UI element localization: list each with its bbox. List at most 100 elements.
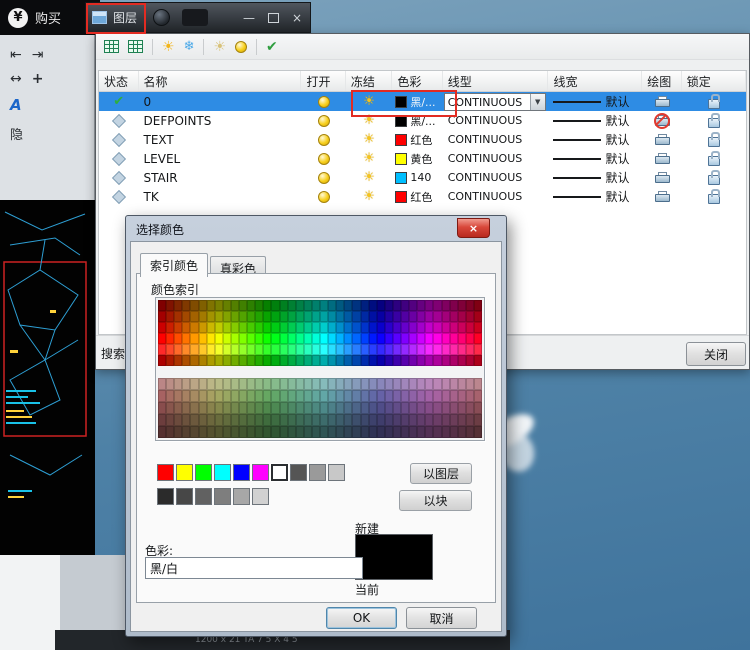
aci-color-cell[interactable] xyxy=(303,300,312,311)
aci-color-cell[interactable] xyxy=(263,333,272,344)
aci-color-cell[interactable] xyxy=(425,414,434,426)
aci-color-cell[interactable] xyxy=(384,344,393,355)
aci-color-cell[interactable] xyxy=(166,311,175,322)
aci-color-cell[interactable] xyxy=(409,402,418,414)
aci-color-cell[interactable] xyxy=(473,344,482,355)
aci-color-cell[interactable] xyxy=(336,300,345,311)
aci-color-cell[interactable] xyxy=(344,344,353,355)
layer-linetype-cell[interactable]: CONTINUOUS xyxy=(443,111,549,130)
aci-color-cell[interactable] xyxy=(287,300,296,311)
layer-status-cell[interactable]: ✔ xyxy=(99,92,139,111)
aci-color-cell[interactable] xyxy=(441,344,450,355)
aci-color-cell[interactable] xyxy=(182,390,191,402)
aci-color-cell[interactable] xyxy=(158,426,167,438)
aci-color-cell[interactable] xyxy=(287,322,296,333)
column-header-name[interactable]: 名称 xyxy=(139,71,302,91)
aci-color-cell[interactable] xyxy=(279,322,288,333)
aci-color-cell[interactable] xyxy=(433,414,442,426)
aci-color-cell[interactable] xyxy=(433,311,442,322)
aci-color-cell[interactable] xyxy=(303,378,312,390)
aci-color-cell[interactable] xyxy=(376,333,385,344)
aci-color-cell[interactable] xyxy=(190,333,199,344)
aci-color-cell[interactable] xyxy=(473,390,482,402)
aci-color-cell[interactable] xyxy=(449,311,458,322)
aci-color-cell[interactable] xyxy=(311,333,320,344)
aci-color-cell[interactable] xyxy=(417,333,426,344)
aci-color-cell[interactable] xyxy=(401,322,410,333)
aci-color-cell[interactable] xyxy=(206,378,215,390)
aci-color-cell[interactable] xyxy=(198,333,207,344)
aci-color-cell[interactable] xyxy=(255,390,264,402)
aci-color-cell[interactable] xyxy=(214,378,223,390)
aci-color-cell[interactable] xyxy=(255,322,264,333)
aci-color-cell[interactable] xyxy=(303,402,312,414)
aci-color-cell[interactable] xyxy=(287,311,296,322)
apply-check-icon[interactable]: ✔ xyxy=(266,40,278,54)
aci-color-cell[interactable] xyxy=(158,390,167,402)
aci-color-cell[interactable] xyxy=(449,300,458,311)
aci-color-cell[interactable] xyxy=(279,344,288,355)
aci-color-cell[interactable] xyxy=(230,344,239,355)
aci-color-cell[interactable] xyxy=(263,311,272,322)
aci-color-cell[interactable] xyxy=(190,402,199,414)
aci-color-cell[interactable] xyxy=(457,300,466,311)
aci-color-cell[interactable] xyxy=(311,402,320,414)
aci-color-cell[interactable] xyxy=(198,390,207,402)
layer-color-cell[interactable]: 红色 xyxy=(392,187,442,206)
aci-color-cell[interactable] xyxy=(392,378,401,390)
aci-color-cell[interactable] xyxy=(449,333,458,344)
aci-color-cell[interactable] xyxy=(433,300,442,311)
aci-color-cell[interactable] xyxy=(401,333,410,344)
aci-color-cell[interactable] xyxy=(465,333,474,344)
close-palette-button[interactable]: 关闭 xyxy=(686,342,746,366)
layer-linetype-cell[interactable]: CONTINUOUS xyxy=(443,149,549,168)
aci-color-cell[interactable] xyxy=(473,333,482,344)
aci-color-cell[interactable] xyxy=(433,344,442,355)
aci-color-cell[interactable] xyxy=(271,333,280,344)
aci-color-cell[interactable] xyxy=(344,311,353,322)
aci-color-cell[interactable] xyxy=(206,355,215,366)
aci-color-cell[interactable] xyxy=(360,300,369,311)
aci-color-cell[interactable] xyxy=(473,402,482,414)
aci-color-cell[interactable] xyxy=(457,426,466,438)
layer-row[interactable]: TK ☀ 红色 CONTINUOUS 默认 xyxy=(99,187,746,206)
aci-color-cell[interactable] xyxy=(449,402,458,414)
aci-color-cell[interactable] xyxy=(190,300,199,311)
aci-color-cell[interactable] xyxy=(239,378,248,390)
layer-name-cell[interactable]: TEXT xyxy=(139,130,302,149)
layer-row[interactable]: DEFPOINTS ☀ 黑/... CONTINUOUS 默认 xyxy=(99,111,746,130)
layer-lock-cell[interactable] xyxy=(682,149,746,168)
aci-color-cell[interactable] xyxy=(182,311,191,322)
aci-color-cell[interactable] xyxy=(336,355,345,366)
aci-color-cell[interactable] xyxy=(239,426,248,438)
aci-color-cell[interactable] xyxy=(198,355,207,366)
aci-color-cell[interactable] xyxy=(441,322,450,333)
aci-color-cell[interactable] xyxy=(473,378,482,390)
aci-color-cell[interactable] xyxy=(425,322,434,333)
aci-color-cell[interactable] xyxy=(433,355,442,366)
aci-color-cell[interactable] xyxy=(320,300,329,311)
aci-color-cell[interactable] xyxy=(247,322,256,333)
aci-color-cell[interactable] xyxy=(198,378,207,390)
byblock-button[interactable]: 以块 xyxy=(399,490,472,511)
aci-color-cell[interactable] xyxy=(287,414,296,426)
layer-freeze-cell[interactable]: ☀ xyxy=(346,130,392,149)
aci-color-cell[interactable] xyxy=(263,355,272,366)
aci-color-cell[interactable] xyxy=(368,414,377,426)
aci-color-cell[interactable] xyxy=(182,426,191,438)
column-header-lineweight[interactable]: 线宽 xyxy=(548,71,643,91)
aci-color-cell[interactable] xyxy=(214,426,223,438)
aci-color-cell[interactable] xyxy=(409,344,418,355)
aci-color-cell[interactable] xyxy=(344,426,353,438)
aci-color-cell[interactable] xyxy=(255,300,264,311)
aci-color-cell[interactable] xyxy=(320,322,329,333)
aci-color-cell[interactable] xyxy=(392,322,401,333)
aci-color-cell[interactable] xyxy=(271,402,280,414)
layer-lock-cell[interactable] xyxy=(682,111,746,130)
aci-color-cell[interactable] xyxy=(295,300,304,311)
aci-color-cell[interactable] xyxy=(376,414,385,426)
aci-color-cell[interactable] xyxy=(198,426,207,438)
aci-color-cell[interactable] xyxy=(271,378,280,390)
aci-color-cell[interactable] xyxy=(449,322,458,333)
aci-color-cell[interactable] xyxy=(433,378,442,390)
